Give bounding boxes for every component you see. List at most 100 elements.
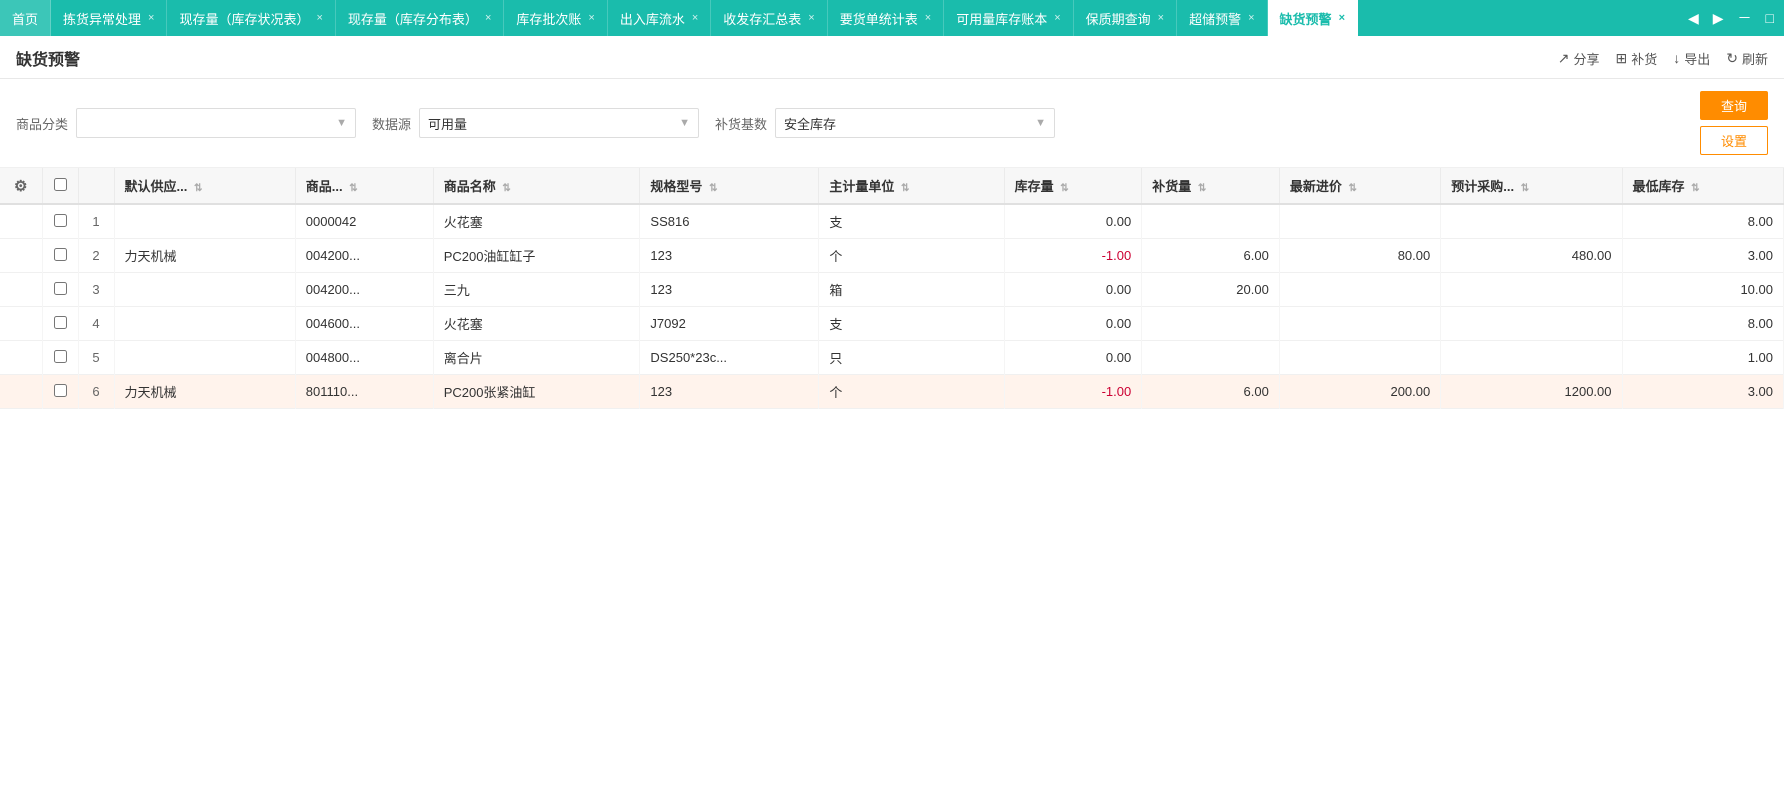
nav-tab-order-stats[interactable]: 要货单统计表× — [828, 0, 944, 36]
td-unit-5: 个 — [819, 375, 1004, 409]
nav-tab-overstock[interactable]: 超储预警× — [1177, 0, 1267, 36]
sort-unit-icon[interactable]: ⇅ — [901, 183, 909, 194]
th-est-purchase: 预计采购... ⇅ — [1441, 168, 1622, 204]
table-settings-icon[interactable]: ⚙ — [14, 178, 27, 195]
row-checkbox-5[interactable] — [54, 384, 67, 397]
td-check-2 — [42, 273, 78, 307]
td-supplier-1: 力天机械 — [114, 239, 295, 273]
sort-product-name-icon[interactable]: ⇅ — [502, 183, 510, 194]
th-product-code: 商品... ⇅ — [295, 168, 433, 204]
nav-tab-batch-account[interactable]: 库存批次账× — [504, 0, 607, 36]
nav-tab-close-abnormal[interactable]: × — [148, 12, 154, 24]
td-product-name-1: PC200油缸缸子 — [433, 239, 640, 273]
td-unit-3: 支 — [819, 307, 1004, 341]
share-icon: ↗ — [1558, 50, 1570, 67]
replenish-button[interactable]: ⊞ 补货 — [1615, 49, 1657, 68]
nav-tab-close-order-stats[interactable]: × — [925, 12, 931, 24]
nav-tab-abnormal[interactable]: 拣货异常处理× — [51, 0, 167, 36]
nav-tab-shortage[interactable]: 缺货预警× — [1268, 0, 1358, 36]
table-wrapper: ⚙ 默认供应... ⇅ 商品... ⇅ 商品名称 — [0, 168, 1784, 409]
nav-tab-available-ledger[interactable]: 可用量库存账本× — [944, 0, 1073, 36]
th-min-stock: 最低库存 ⇅ — [1622, 168, 1784, 204]
th-supplier: 默认供应... ⇅ — [114, 168, 295, 204]
nav-tab-close-collect-summary[interactable]: × — [808, 12, 814, 24]
td-index-5: 6 — [78, 375, 114, 409]
settings-button[interactable]: 设置 — [1700, 126, 1768, 155]
th-product-name: 商品名称 ⇅ — [433, 168, 640, 204]
td-replenish-1: 6.00 — [1142, 239, 1280, 273]
nav-tab-close-inventory-dist[interactable]: × — [485, 12, 491, 24]
th-stock: 库存量 ⇅ — [1004, 168, 1142, 204]
refresh-button[interactable]: ↻ 刷新 — [1726, 49, 1768, 68]
td-min-stock-2: 10.00 — [1622, 273, 1784, 307]
td-latest-price-3 — [1279, 307, 1440, 341]
td-stock-0: 0.00 — [1004, 204, 1142, 239]
category-select[interactable]: ▼ — [76, 108, 356, 138]
nav-next-btn[interactable]: ▶ — [1707, 7, 1730, 29]
td-est-purchase-5: 1200.00 — [1441, 375, 1622, 409]
sort-spec-icon[interactable]: ⇅ — [709, 183, 717, 194]
td-index-2: 3 — [78, 273, 114, 307]
nav-tab-close-batch-account[interactable]: × — [588, 12, 594, 24]
nav-tab-expiry-query[interactable]: 保质期查询× — [1074, 0, 1177, 36]
sort-est-purchase-icon[interactable]: ⇅ — [1521, 183, 1529, 194]
row-checkbox-1[interactable] — [54, 248, 67, 261]
nav-tab-inventory-dist[interactable]: 现存量（库存分布表）× — [336, 0, 504, 36]
sort-latest-price-icon[interactable]: ⇅ — [1348, 183, 1356, 194]
nav-tab-home[interactable]: 首页 — [0, 0, 51, 36]
page-header: 缺货预警 ↗ 分享 ⊞ 补货 ↓ 导出 ↻ 刷新 — [0, 36, 1784, 79]
datasource-value: 可用量 — [428, 114, 467, 133]
filter-bar: 商品分类 ▼ 数据源 可用量 ▼ 补货基数 安全库存 ▼ 查询 设置 — [0, 79, 1784, 168]
sort-min-stock-icon[interactable]: ⇅ — [1691, 183, 1699, 194]
td-min-stock-5: 3.00 — [1622, 375, 1784, 409]
row-checkbox-0[interactable] — [54, 214, 67, 227]
td-supplier-0 — [114, 204, 295, 239]
td-stock-3: 0.00 — [1004, 307, 1142, 341]
top-nav: 首页拣货异常处理×现存量（库存状况表）×现存量（库存分布表）×库存批次账×出入库… — [0, 0, 1784, 36]
sort-replenish-icon[interactable]: ⇅ — [1198, 183, 1206, 194]
td-est-purchase-2 — [1441, 273, 1622, 307]
nav-tab-inout-flow[interactable]: 出入库流水× — [608, 0, 711, 36]
nav-tab-close-available-ledger[interactable]: × — [1054, 12, 1060, 24]
td-min-stock-0: 8.00 — [1622, 204, 1784, 239]
nav-tab-close-expiry-query[interactable]: × — [1158, 12, 1164, 24]
sort-stock-icon[interactable]: ⇅ — [1060, 183, 1068, 194]
nav-tab-close-overstock[interactable]: × — [1248, 12, 1254, 24]
nav-minimize-btn[interactable]: － — [1732, 7, 1758, 29]
replenish-base-filter-group: 补货基数 安全库存 ▼ — [715, 108, 1055, 138]
td-check-1 — [42, 239, 78, 273]
nav-tab-close-inventory-status[interactable]: × — [316, 12, 322, 24]
td-spec-3: J7092 — [640, 307, 819, 341]
td-latest-price-0 — [1279, 204, 1440, 239]
td-product-name-2: 三九 — [433, 273, 640, 307]
share-button[interactable]: ↗ 分享 — [1558, 49, 1600, 68]
th-index — [78, 168, 114, 204]
td-stock-4: 0.00 — [1004, 341, 1142, 375]
nav-tab-close-inout-flow[interactable]: × — [692, 12, 698, 24]
query-button[interactable]: 查询 — [1700, 91, 1768, 120]
replenish-base-select[interactable]: 安全库存 ▼ — [775, 108, 1055, 138]
th-replenish: 补货量 ⇅ — [1142, 168, 1280, 204]
td-settings-5 — [0, 375, 42, 409]
td-unit-1: 个 — [819, 239, 1004, 273]
table-row: 1 0000042 火花塞 SS816 支 0.00 8.00 — [0, 204, 1784, 239]
td-check-3 — [42, 307, 78, 341]
replenish-base-chevron-icon: ▼ — [1035, 117, 1046, 129]
sort-product-code-icon[interactable]: ⇅ — [349, 183, 357, 194]
sort-supplier-icon[interactable]: ⇅ — [194, 183, 202, 194]
nav-tab-collect-summary[interactable]: 收发存汇总表× — [711, 0, 827, 36]
td-index-0: 1 — [78, 204, 114, 239]
row-checkbox-3[interactable] — [54, 316, 67, 329]
td-product-code-5: 801110... — [295, 375, 433, 409]
export-button[interactable]: ↓ 导出 — [1673, 49, 1710, 68]
row-checkbox-2[interactable] — [54, 282, 67, 295]
select-all-checkbox[interactable] — [54, 178, 67, 191]
nav-maximize-btn[interactable]: □ — [1760, 7, 1780, 29]
page-body: 缺货预警 ↗ 分享 ⊞ 补货 ↓ 导出 ↻ 刷新 商品分类 — [0, 36, 1784, 796]
nav-prev-btn[interactable]: ◀ — [1682, 7, 1705, 29]
nav-tab-close-shortage[interactable]: × — [1339, 12, 1345, 24]
row-checkbox-4[interactable] — [54, 350, 67, 363]
datasource-select[interactable]: 可用量 ▼ — [419, 108, 699, 138]
td-latest-price-1: 80.00 — [1279, 239, 1440, 273]
nav-tab-inventory-status[interactable]: 现存量（库存状况表）× — [167, 0, 335, 36]
